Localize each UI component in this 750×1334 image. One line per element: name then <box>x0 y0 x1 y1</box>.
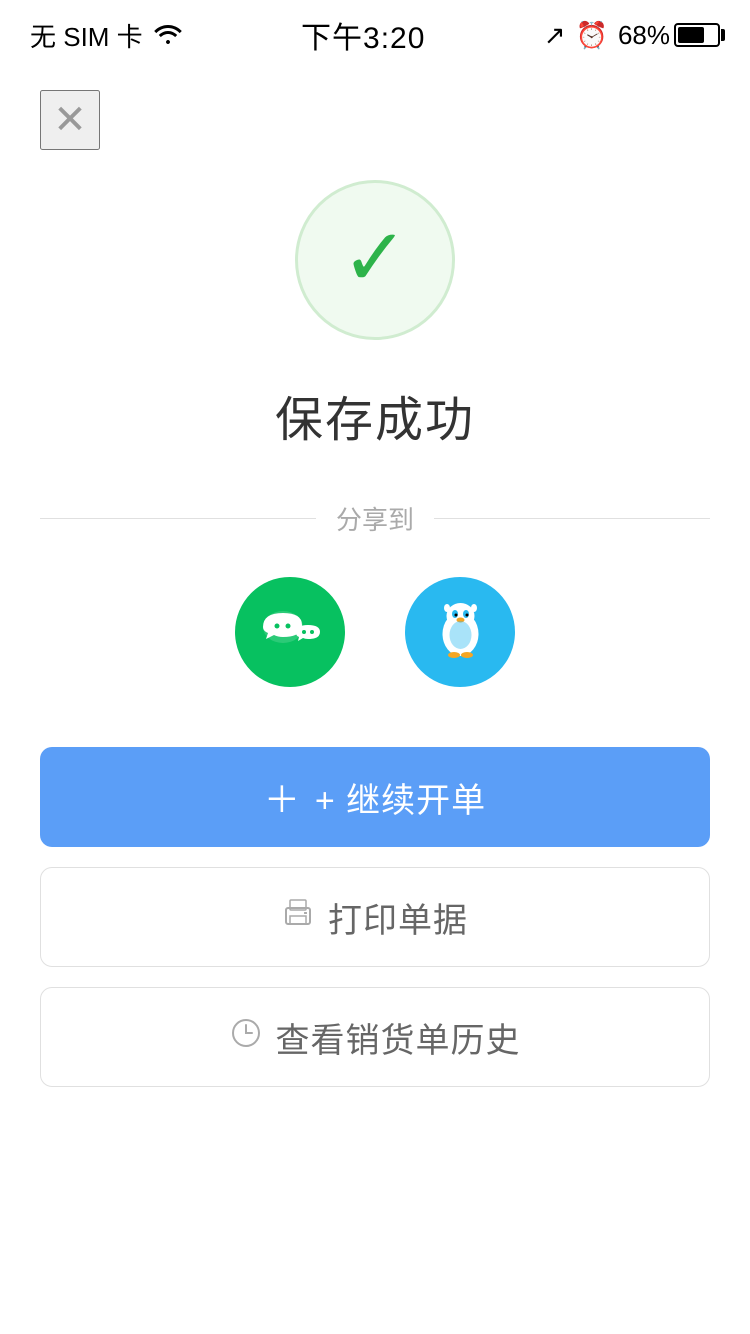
plus-icon: ＋ <box>264 771 301 823</box>
divider-left <box>40 518 316 519</box>
print-label: 打印单据 <box>328 893 468 942</box>
history-icon <box>230 1017 262 1057</box>
battery-fill <box>678 27 704 43</box>
continue-label: + 继续开单 <box>315 773 486 822</box>
wechat-icon <box>258 605 323 660</box>
wifi-icon <box>153 20 183 51</box>
battery-icon <box>674 23 720 47</box>
share-label: 分享到 <box>316 500 434 537</box>
battery-text: 68% <box>618 20 670 51</box>
checkmark-icon: ✓ <box>341 218 408 298</box>
history-button[interactable]: 查看销货单历史 <box>40 987 710 1087</box>
success-circle: ✓ <box>295 180 455 340</box>
main-content: ✕ ✓ 保存成功 分享到 <box>0 70 750 1087</box>
alarm-icon: ⏰ <box>576 20 608 51</box>
close-button[interactable]: ✕ <box>40 90 100 150</box>
share-icons <box>235 577 515 687</box>
qq-icon <box>433 602 488 662</box>
continue-button[interactable]: ＋ + 继续开单 <box>40 747 710 847</box>
share-qq-button[interactable] <box>405 577 515 687</box>
location-icon: ↗ <box>544 20 566 51</box>
status-right: ↗ ⏰ 68% <box>544 20 720 51</box>
share-wechat-button[interactable] <box>235 577 345 687</box>
carrier-text: 无 SIM 卡 <box>30 17 143 54</box>
status-time: 下午3:20 <box>301 13 425 57</box>
action-buttons: ＋ + 继续开单 打印单据 查看销货单历史 <box>40 747 710 1087</box>
history-label: 查看销货单历史 <box>276 1013 521 1062</box>
status-bar: 无 SIM 卡 下午3:20 ↗ ⏰ 68% <box>0 0 750 70</box>
print-button[interactable]: 打印单据 <box>40 867 710 967</box>
printer-icon <box>282 898 314 936</box>
close-icon: ✕ <box>53 100 87 140</box>
success-title: 保存成功 <box>275 380 475 450</box>
share-divider: 分享到 <box>40 500 710 537</box>
battery-container: 68% <box>618 20 720 51</box>
divider-right <box>434 518 710 519</box>
status-left: 无 SIM 卡 <box>30 17 183 54</box>
